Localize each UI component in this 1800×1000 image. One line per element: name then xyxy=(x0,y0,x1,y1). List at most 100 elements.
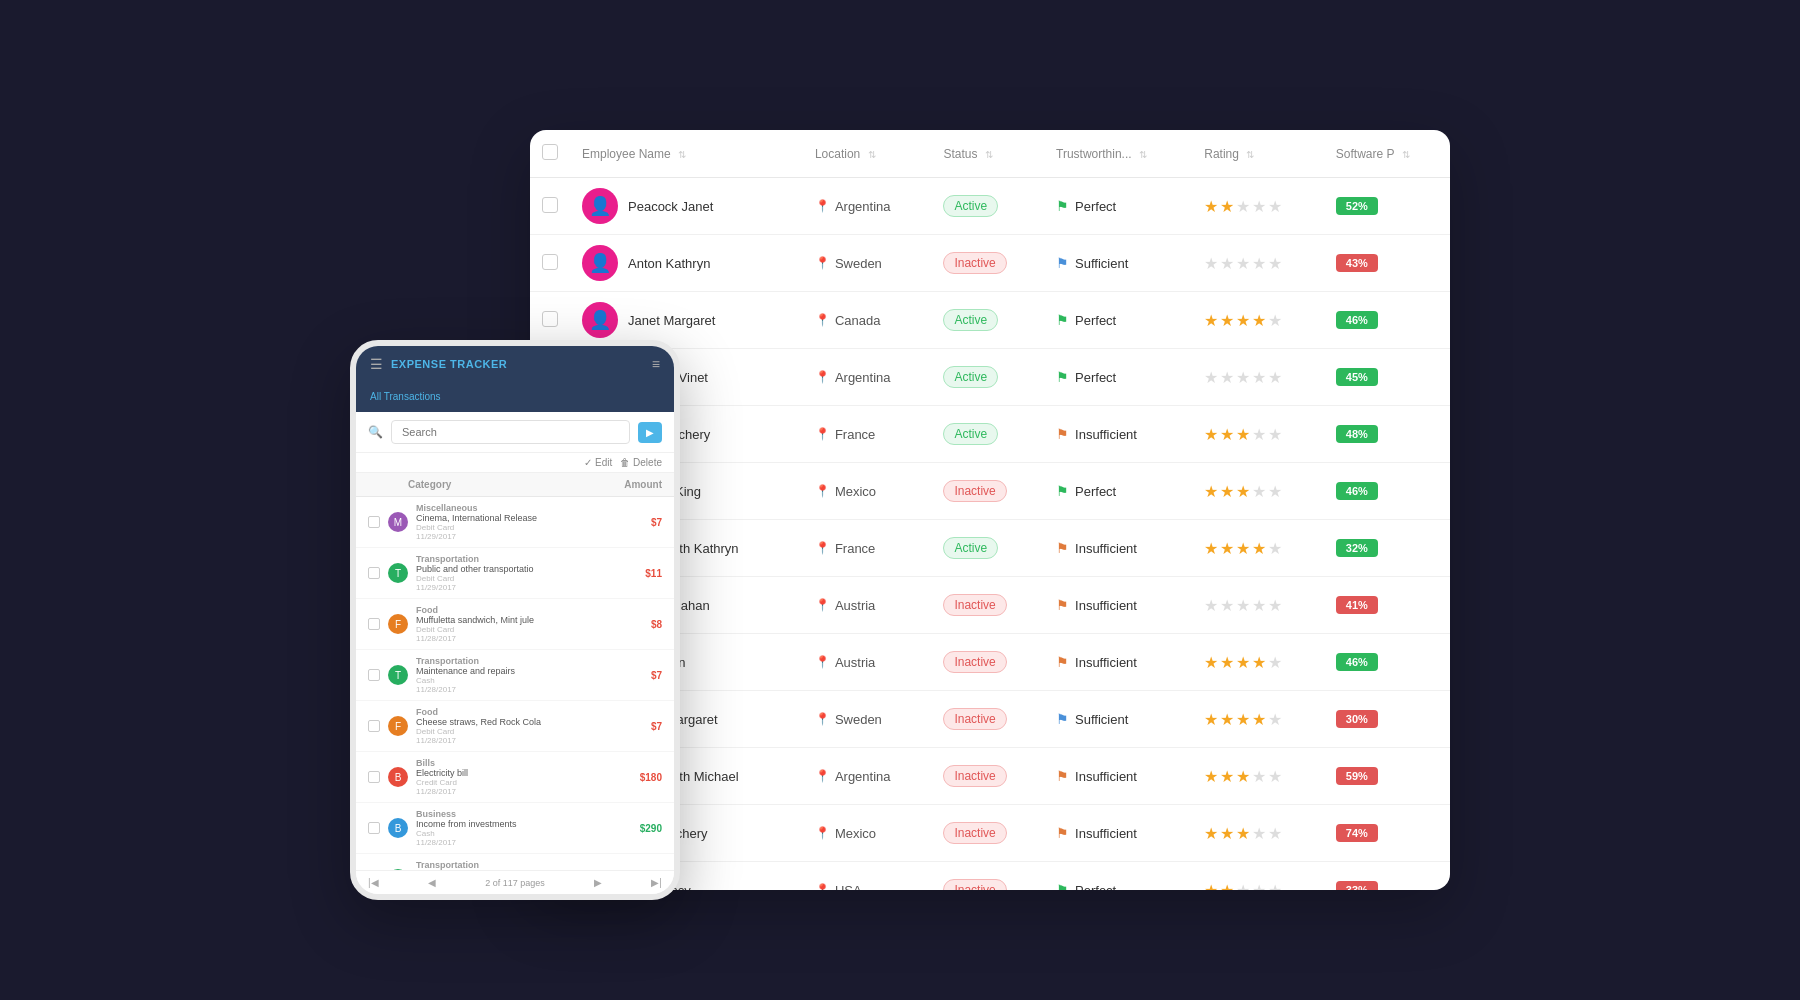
more-icon[interactable]: ≡ xyxy=(652,356,660,372)
row-checkbox[interactable] xyxy=(542,197,558,213)
location-icon: 📍 xyxy=(815,712,830,726)
location-icon: 📍 xyxy=(815,199,830,213)
row-checkbox[interactable] xyxy=(542,311,558,327)
flag-icon: ⚑ xyxy=(1056,426,1069,442)
app-title: EXPENSE TRACKER xyxy=(391,358,507,370)
search-button[interactable]: ▶ xyxy=(638,422,662,443)
mobile-search-bar: 🔍 ▶ xyxy=(356,412,674,453)
select-all-checkbox[interactable] xyxy=(530,130,570,178)
star-3: ★ xyxy=(1236,482,1250,501)
row-checkbox[interactable] xyxy=(368,516,380,528)
trustworthy-value: Perfect xyxy=(1075,484,1116,499)
filter-name-icon[interactable]: ⇅ xyxy=(678,149,686,160)
filter-rating-icon[interactable]: ⇅ xyxy=(1246,149,1254,160)
star-5: ★ xyxy=(1268,425,1282,444)
delete-button[interactable]: 🗑 Delete xyxy=(620,457,662,468)
star-3: ★ xyxy=(1236,767,1250,786)
row-checkbox[interactable] xyxy=(542,254,558,270)
flag-icon: ⚑ xyxy=(1056,540,1069,556)
star-2: ★ xyxy=(1220,596,1234,615)
avatar: 👤 xyxy=(582,245,618,281)
star-3: ★ xyxy=(1236,653,1250,672)
list-item[interactable]: T Transportation Public and other transp… xyxy=(356,548,674,599)
search-input[interactable] xyxy=(391,420,630,444)
location-value: Sweden xyxy=(835,712,882,727)
rating-stars: ★★★★★ xyxy=(1204,881,1312,891)
trustworthy-value: Sufficient xyxy=(1075,712,1128,727)
star-4: ★ xyxy=(1252,881,1266,891)
prev-page-btn[interactable]: ◀ xyxy=(428,877,436,888)
pagination-info: 2 of 117 pages xyxy=(485,878,545,888)
star-3: ★ xyxy=(1236,881,1250,891)
location-value: Argentina xyxy=(835,370,891,385)
star-3: ★ xyxy=(1236,710,1250,729)
col-amount-header: Amount xyxy=(602,479,662,490)
filter-status-icon[interactable]: ⇅ xyxy=(985,149,993,160)
row-checkbox[interactable] xyxy=(368,822,380,834)
star-2: ★ xyxy=(1220,881,1234,891)
star-5: ★ xyxy=(1268,368,1282,387)
transaction-content: Miscellaneous Cinema, International Rele… xyxy=(416,503,614,541)
star-3: ★ xyxy=(1236,197,1250,216)
star-5: ★ xyxy=(1268,710,1282,729)
list-item[interactable]: B Business Income from investments Cash1… xyxy=(356,803,674,854)
category-name: Food xyxy=(416,605,614,615)
next-page-btn[interactable]: ▶ xyxy=(594,877,602,888)
transaction-desc: Income from investments xyxy=(416,819,614,829)
star-1: ★ xyxy=(1204,710,1218,729)
row-checkbox[interactable] xyxy=(368,720,380,732)
software-badge: 46% xyxy=(1336,311,1378,329)
transaction-amount: $7 xyxy=(622,517,662,528)
location-icon: 📍 xyxy=(815,541,830,555)
row-checkbox[interactable] xyxy=(368,669,380,681)
star-1: ★ xyxy=(1204,311,1218,330)
transaction-amount: $11 xyxy=(622,568,662,579)
row-checkbox[interactable] xyxy=(368,567,380,579)
trustworthy-value: Insufficient xyxy=(1075,427,1137,442)
software-badge: 43% xyxy=(1336,254,1378,272)
transaction-content: Business Income from investments Cash11/… xyxy=(416,809,614,847)
filter-location-icon[interactable]: ⇅ xyxy=(868,149,876,160)
filter-trust-icon[interactable]: ⇅ xyxy=(1139,149,1147,160)
software-badge: 46% xyxy=(1336,653,1378,671)
row-checkbox[interactable] xyxy=(368,618,380,630)
row-checkbox[interactable] xyxy=(368,771,380,783)
employee-name: Peacock Janet xyxy=(628,199,713,214)
star-5: ★ xyxy=(1268,824,1282,843)
category-name: Food xyxy=(416,707,614,717)
trustworthy-value: Perfect xyxy=(1075,313,1116,328)
rating-stars: ★★★★★ xyxy=(1204,824,1312,843)
transaction-desc: Muffuletta sandwich, Mint jule xyxy=(416,615,614,625)
location-icon: 📍 xyxy=(815,256,830,270)
list-item[interactable]: T Transportation Maintenance and repairs… xyxy=(356,650,674,701)
edit-button[interactable]: ✓ Edit xyxy=(584,457,612,468)
location-value: Austria xyxy=(835,655,875,670)
trustworthy-value: Perfect xyxy=(1075,199,1116,214)
category-name: Transportation xyxy=(416,860,614,870)
star-2: ★ xyxy=(1220,482,1234,501)
status-badge: Inactive xyxy=(943,879,1006,890)
star-2: ★ xyxy=(1220,254,1234,273)
list-item[interactable]: F Food Muffuletta sandwich, Mint jule De… xyxy=(356,599,674,650)
hamburger-icon[interactable]: ☰ xyxy=(370,356,383,372)
star-2: ★ xyxy=(1220,539,1234,558)
star-4: ★ xyxy=(1252,653,1266,672)
list-item[interactable]: M Miscellaneous Cinema, International Re… xyxy=(356,497,674,548)
flag-icon: ⚑ xyxy=(1056,483,1069,499)
all-transactions-label[interactable]: All Transactions xyxy=(370,391,441,402)
last-page-btn[interactable]: ▶| xyxy=(651,877,662,888)
first-page-btn[interactable]: |◀ xyxy=(368,877,379,888)
star-1: ★ xyxy=(1204,482,1218,501)
avatar: 👤 xyxy=(582,188,618,224)
list-item[interactable]: B Bills Electricity bill Credit Card11/2… xyxy=(356,752,674,803)
flag-icon: ⚑ xyxy=(1056,825,1069,841)
status-badge: Inactive xyxy=(943,822,1006,844)
location-value: Mexico xyxy=(835,484,876,499)
filter-software-icon[interactable]: ⇅ xyxy=(1402,149,1410,160)
star-5: ★ xyxy=(1268,311,1282,330)
list-item[interactable]: F Food Cheese straws, Red Rock Cola Debi… xyxy=(356,701,674,752)
transaction-payment-date: Debit Card11/28/2017 xyxy=(416,727,614,745)
transaction-desc: Maintenance and repairs xyxy=(416,666,614,676)
status-badge: Active xyxy=(943,366,998,388)
location-value: Argentina xyxy=(835,769,891,784)
